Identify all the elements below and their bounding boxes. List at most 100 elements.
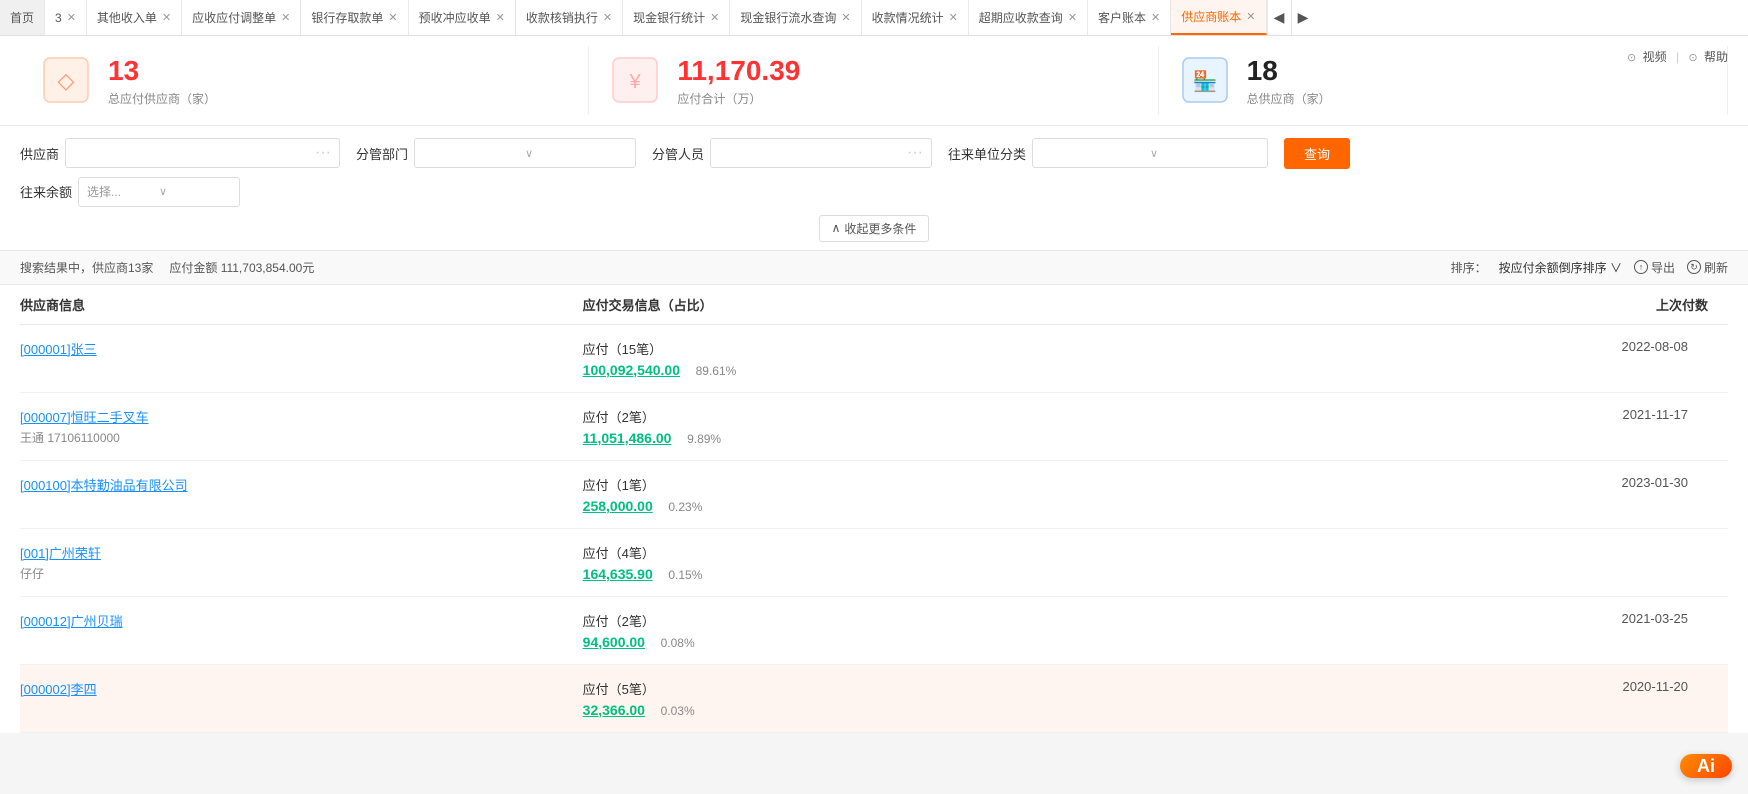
stat-icon-payable: ¥ bbox=[609, 54, 661, 106]
dept-chevron-down-icon: ∨ bbox=[525, 147, 627, 160]
payment-info: 应付（15笔） 100,092,540.00 89.61% bbox=[583, 339, 1258, 378]
nav-tab-supplier[interactable]: 供应商账本 ✕ bbox=[1171, 0, 1266, 35]
collapse-label: 收起更多条件 bbox=[844, 220, 916, 237]
supplier-name-link[interactable]: [000012]广州贝瑞 bbox=[20, 611, 583, 630]
person-label: 分管人员 bbox=[652, 144, 704, 163]
supplier-name-link[interactable]: [000100]本特勤油品有限公司 bbox=[20, 475, 583, 494]
nav-tab-bank[interactable]: 银行存取款单 ✕ bbox=[301, 0, 408, 35]
pay-percent: 0.15% bbox=[668, 568, 702, 582]
category-select[interactable]: ∨ bbox=[1032, 138, 1268, 168]
nav-tab-collectstat[interactable]: 收款情况统计 ✕ bbox=[862, 0, 969, 35]
collapse-button[interactable]: ∧ 收起更多条件 bbox=[819, 215, 930, 242]
nav-tab-adjust-close[interactable]: ✕ bbox=[281, 11, 290, 24]
supplier-input[interactable] bbox=[74, 146, 315, 160]
nav-tab-collectstat-close[interactable]: ✕ bbox=[949, 11, 958, 24]
payment-info: 应付（2笔） 11,051,486.00 9.89% bbox=[583, 407, 1258, 446]
balance-select-value: 选择... bbox=[87, 183, 159, 200]
nav-tab-prepay-close[interactable]: ✕ bbox=[496, 11, 505, 24]
export-icon: ↑ bbox=[1634, 260, 1648, 274]
nav-tab-cashflow-close[interactable]: ✕ bbox=[841, 11, 850, 24]
pay-label: 应付（2笔） bbox=[583, 407, 1258, 426]
nav-tab-3[interactable]: 3 ✕ bbox=[45, 0, 87, 35]
nav-tab-customer[interactable]: 客户账本 ✕ bbox=[1088, 0, 1171, 35]
nav-tab-overdue[interactable]: 超期应收款查询 ✕ bbox=[969, 0, 1088, 35]
person-input[interactable] bbox=[719, 146, 907, 160]
sort-value[interactable]: 按应付余额倒序排序 ∨ bbox=[1499, 259, 1622, 276]
result-bar: 搜索结果中，供应商13家 应付金额 111,703,854.00元 排序： 按应… bbox=[0, 251, 1748, 285]
nav-next-arrow[interactable]: ▶ bbox=[1291, 0, 1315, 35]
supplier-name-link[interactable]: [000001]张三 bbox=[20, 339, 583, 358]
table-header: 供应商信息 应付交易信息（占比） 上次付数 bbox=[20, 285, 1728, 325]
nav-tab-3-close[interactable]: ✕ bbox=[67, 11, 76, 24]
nav-tab-cashflow[interactable]: 现金银行流水查询 ✕ bbox=[730, 0, 861, 35]
pay-amount[interactable]: 11,051,486.00 bbox=[583, 430, 672, 446]
supplier-contact: 王通 17106110000 bbox=[20, 429, 583, 446]
table-container: 供应商信息 应付交易信息（占比） 上次付数 [000001]张三 应付（15笔）… bbox=[0, 285, 1748, 733]
export-button[interactable]: ↑ 导出 bbox=[1634, 259, 1675, 276]
result-actions: 排序： 按应付余额倒序排序 ∨ ↑ 导出 ↻ 刷新 bbox=[1451, 259, 1728, 276]
nav-tab-income-label: 其他收入单 bbox=[97, 9, 157, 26]
refresh-button[interactable]: ↻ 刷新 bbox=[1687, 259, 1728, 276]
nav-tab-home[interactable]: 首页 bbox=[0, 0, 45, 35]
nav-tab-collect[interactable]: 收款核销执行 ✕ bbox=[516, 0, 623, 35]
help-link[interactable]: 帮助 bbox=[1704, 50, 1728, 64]
svg-text:¥: ¥ bbox=[629, 71, 642, 93]
pay-amount[interactable]: 258,000.00 bbox=[583, 498, 653, 514]
supplier-name-link[interactable]: [000002]李四 bbox=[20, 679, 583, 698]
nav-tab-overdue-close[interactable]: ✕ bbox=[1068, 11, 1077, 24]
nav-tab-income-close[interactable]: ✕ bbox=[162, 11, 171, 24]
supplier-dots-icon[interactable]: ··· bbox=[315, 144, 331, 162]
supplier-label: 供应商 bbox=[20, 144, 59, 163]
balance-select[interactable]: 选择... ∨ bbox=[78, 177, 240, 207]
pay-amount[interactable]: 32,366.00 bbox=[583, 702, 645, 718]
payment-info: 应付（5笔） 32,366.00 0.03% bbox=[583, 679, 1258, 718]
pay-amount-row: 258,000.00 0.23% bbox=[583, 498, 1258, 514]
supplier-name-link[interactable]: [000007]恒旺二手叉车 bbox=[20, 407, 583, 426]
stat-text-payable-suppliers: 13 总应付供应商（家） bbox=[108, 54, 216, 107]
dept-label: 分管部门 bbox=[356, 144, 408, 163]
nav-tab-cashstat[interactable]: 现金银行统计 ✕ bbox=[623, 0, 730, 35]
last-pay-col bbox=[1258, 543, 1728, 558]
table-row: [000100]本特勤油品有限公司 应付（1笔） 258,000.00 0.23… bbox=[20, 461, 1728, 529]
stat-label-total-suppliers: 总供应商（家） bbox=[1247, 90, 1331, 107]
nav-tab-cashstat-close[interactable]: ✕ bbox=[710, 11, 719, 24]
person-input-wrap[interactable]: ··· bbox=[710, 138, 932, 168]
supplier-name-link[interactable]: [001]广州荣轩 bbox=[20, 543, 583, 562]
nav-tab-bank-close[interactable]: ✕ bbox=[388, 11, 397, 24]
nav-tab-customer-close[interactable]: ✕ bbox=[1151, 11, 1160, 24]
table-body: [000001]张三 应付（15笔） 100,092,540.00 89.61%… bbox=[20, 325, 1728, 733]
pay-label: 应付（15笔） bbox=[583, 339, 1258, 358]
nav-tab-income[interactable]: 其他收入单 ✕ bbox=[87, 0, 182, 35]
video-link[interactable]: 视频 bbox=[1643, 50, 1667, 64]
supplier-input-wrap[interactable]: ··· bbox=[65, 138, 340, 168]
nav-tab-collect-close[interactable]: ✕ bbox=[603, 11, 612, 24]
person-dots-icon[interactable]: ··· bbox=[907, 144, 923, 162]
pay-amount[interactable]: 94,600.00 bbox=[583, 634, 645, 650]
pay-percent: 9.89% bbox=[687, 432, 721, 446]
nav-tab-cashstat-label: 现金银行统计 bbox=[633, 9, 705, 26]
nav-tab-prepay[interactable]: 预收冲应收单 ✕ bbox=[409, 0, 516, 35]
last-pay-col: 2021-03-25 bbox=[1258, 611, 1728, 626]
nav-tab-adjust[interactable]: 应收应付调整单 ✕ bbox=[182, 0, 301, 35]
nav-tab-overdue-label: 超期应收款查询 bbox=[979, 9, 1063, 26]
table-row: [000012]广州贝瑞 应付（2笔） 94,600.00 0.08% 2021… bbox=[20, 597, 1728, 665]
pay-amount-row: 94,600.00 0.08% bbox=[583, 634, 1258, 650]
last-pay-col: 2021-11-17 bbox=[1258, 407, 1728, 422]
dept-select[interactable]: ∨ bbox=[414, 138, 636, 168]
nav-tab-supplier-close[interactable]: ✕ bbox=[1246, 10, 1255, 23]
pay-amount[interactable]: 100,092,540.00 bbox=[583, 362, 680, 378]
nav-tab-prepay-label: 预收冲应收单 bbox=[419, 9, 491, 26]
collapse-up-icon: ∧ bbox=[832, 221, 841, 235]
stat-number-total-suppliers: 18 bbox=[1247, 54, 1331, 88]
query-button[interactable]: 查询 bbox=[1284, 138, 1350, 169]
table-row: [000001]张三 应付（15笔） 100,092,540.00 89.61%… bbox=[20, 325, 1728, 393]
nav-prev-arrow[interactable]: ◀ bbox=[1267, 0, 1291, 35]
pay-amount[interactable]: 164,635.90 bbox=[583, 566, 653, 582]
nav-tab-supplier-label: 供应商账本 bbox=[1181, 8, 1241, 25]
top-links: ⊙ 视频 | ⊙ 帮助 bbox=[1627, 48, 1728, 65]
ai-badge[interactable]: Ai bbox=[1680, 754, 1732, 778]
nav-tab-cashflow-label: 现金银行流水查询 bbox=[740, 9, 836, 26]
refresh-icon: ↻ bbox=[1687, 260, 1701, 274]
stat-card-payable-suppliers: ◇ 13 总应付供应商（家） bbox=[20, 46, 589, 115]
category-chevron-down-icon: ∨ bbox=[1150, 147, 1259, 160]
